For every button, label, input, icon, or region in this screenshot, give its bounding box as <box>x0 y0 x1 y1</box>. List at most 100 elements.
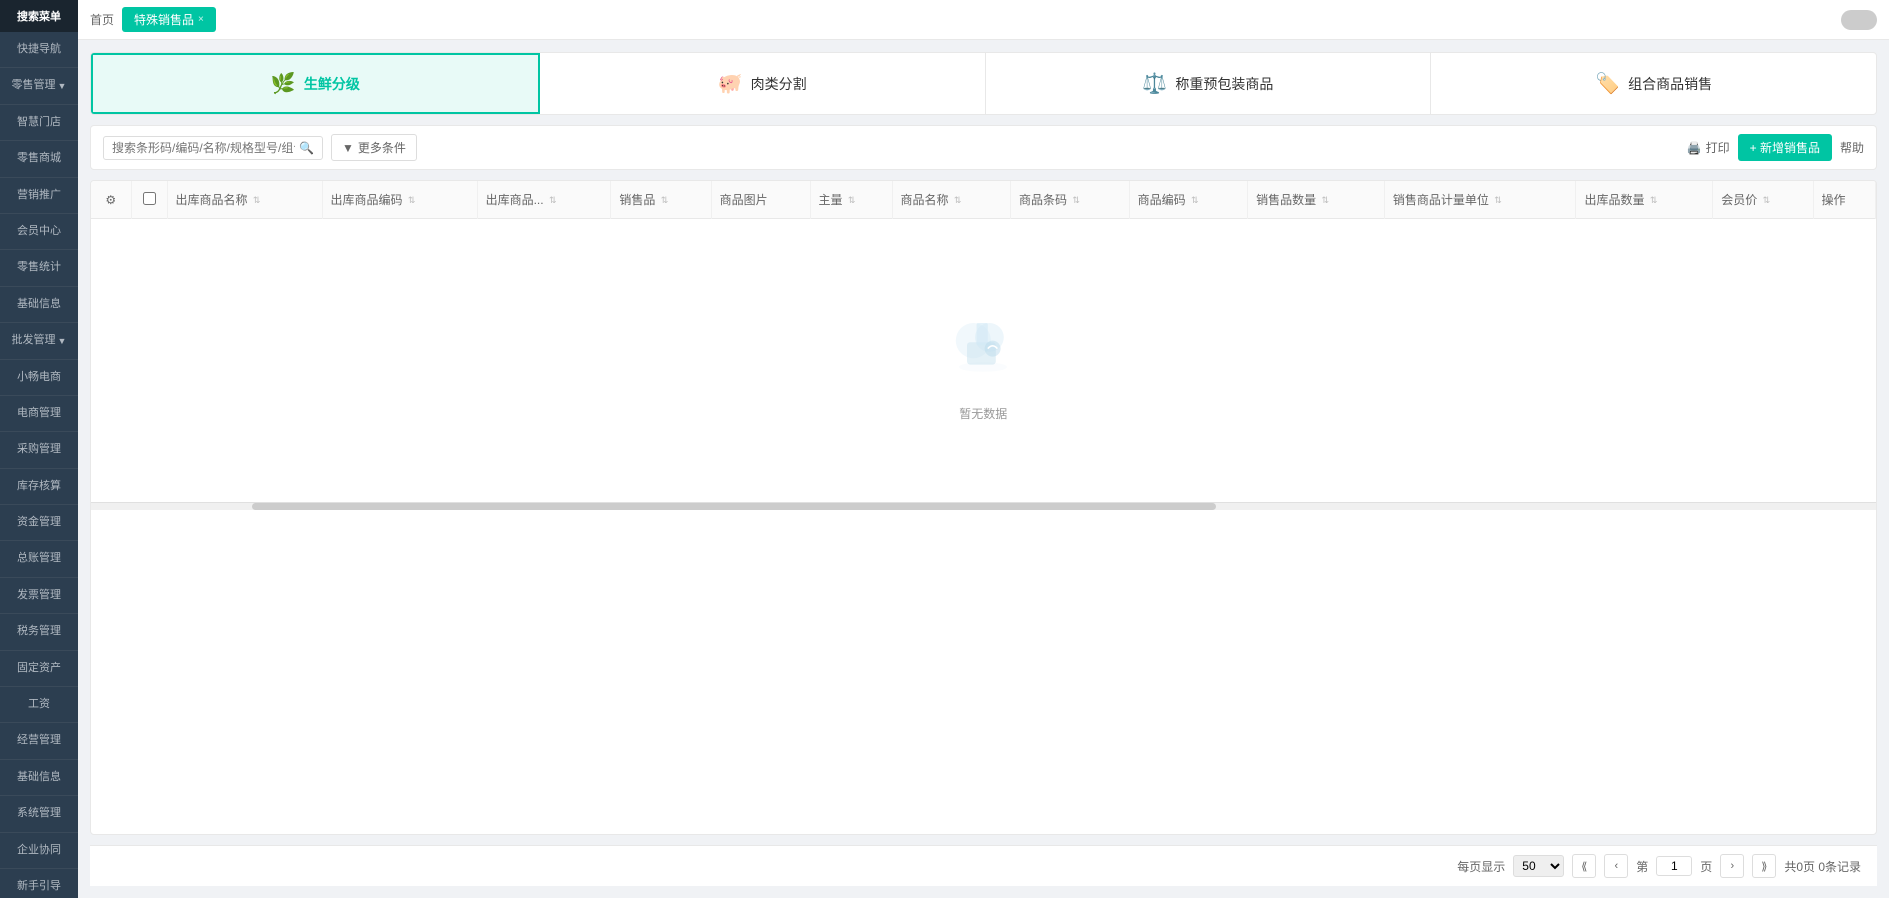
sidebar-item-member-center[interactable]: 会员中心 <box>0 214 78 250</box>
th-barcode: 商品条码 ⇅ <box>1011 181 1130 219</box>
sort-icon-2[interactable]: ⇅ <box>408 195 416 206</box>
chevron-down-icon: ▼ <box>58 80 67 93</box>
toggle-switch[interactable] <box>1841 10 1877 30</box>
search-box: 🔍 <box>103 136 323 160</box>
sidebar: 搜索菜单 快捷导航 零售管理 ▼ 智慧门店 零售商城 营销推广 会员中心 零售统… <box>0 0 78 898</box>
sidebar-item-finance[interactable]: 资金管理 <box>0 505 78 541</box>
sort-icon-8[interactable]: ⇅ <box>1191 195 1199 206</box>
empty-state: 暂无数据 <box>91 219 1876 502</box>
help-button[interactable]: 帮助 <box>1840 139 1864 156</box>
sidebar-item-smart-store[interactable]: 智慧门店 <box>0 105 78 141</box>
th-product-image: 商品图片 <box>711 181 810 219</box>
toolbar: 🔍 ▼ 更多条件 🖨️ 打印 + 新增销售品 帮助 <box>90 125 1877 170</box>
main-area: 首页 特殊销售品 × 🌿 生鲜分级 🐖 肉类分割 ⚖️ 称重预包装商品 <box>78 0 1889 898</box>
search-input[interactable] <box>112 141 295 155</box>
prev-page-button[interactable]: ‹ <box>1604 854 1628 878</box>
th-operation: 操作 <box>1813 181 1876 219</box>
weigh-pack-icon: ⚖️ <box>1142 71 1167 96</box>
sort-icon-7[interactable]: ⇅ <box>1072 195 1080 206</box>
topbar-home-link[interactable]: 首页 <box>90 11 114 28</box>
sort-icon-6[interactable]: ⇅ <box>954 195 962 206</box>
per-page-label: 每页显示 <box>1457 858 1505 875</box>
print-label: 打印 <box>1706 139 1730 156</box>
cat-tab-combo-sale[interactable]: 🏷️ 组合商品销售 <box>1431 53 1876 114</box>
sidebar-item-basic-info-2[interactable]: 基础信息 <box>0 760 78 796</box>
data-table: ⚙ 出库商品名称 ⇅ 出库商品编码 ⇅ 出库商品 <box>91 181 1876 502</box>
th-main-quantity: 主量 ⇅ <box>810 181 892 219</box>
page-number-input[interactable] <box>1656 856 1692 876</box>
th-setting[interactable]: ⚙ <box>91 181 131 219</box>
sidebar-item-purchase-manage[interactable]: 采购管理 <box>0 432 78 468</box>
th-product-code: 商品编码 ⇅ <box>1129 181 1248 219</box>
select-all-checkbox[interactable] <box>143 192 156 205</box>
sort-icon-5[interactable]: ⇅ <box>848 195 856 206</box>
cat-tab-weigh-pack-label: 称重预包装商品 <box>1175 74 1273 94</box>
sidebar-item-system-manage[interactable]: 系统管理 <box>0 796 78 832</box>
sidebar-item-quick-nav[interactable]: 快捷导航 <box>0 32 78 68</box>
th-out-product-code: 出库商品编码 ⇅ <box>322 181 477 219</box>
meat-cut-icon: 🐖 <box>718 71 743 96</box>
sidebar-item-inventory[interactable]: 库存核算 <box>0 469 78 505</box>
content-area: 🌿 生鲜分级 🐖 肉类分割 ⚖️ 称重预包装商品 🏷️ 组合商品销售 🔍 <box>78 40 1889 898</box>
th-product-name: 商品名称 ⇅ <box>892 181 1011 219</box>
tab-close-icon[interactable]: × <box>198 14 204 25</box>
tab-label: 特殊销售品 <box>134 11 194 28</box>
sidebar-item-ecom-manage[interactable]: 电商管理 <box>0 396 78 432</box>
sort-icon-9[interactable]: ⇅ <box>1321 195 1329 206</box>
fresh-grade-icon: 🌿 <box>271 71 296 96</box>
sidebar-item-new-guide[interactable]: 新手引导 <box>0 869 78 898</box>
sidebar-item-ops-manage[interactable]: 经营管理 <box>0 723 78 759</box>
filter-label: 更多条件 <box>358 139 406 156</box>
first-page-button[interactable]: ⟪ <box>1572 854 1596 878</box>
sidebar-item-retail-mall[interactable]: 零售商城 <box>0 141 78 177</box>
sidebar-item-basic-info-1[interactable]: 基础信息 <box>0 287 78 323</box>
sidebar-item-enterprise-coop[interactable]: 企业协同 <box>0 833 78 869</box>
add-product-button[interactable]: + 新增销售品 <box>1738 134 1832 161</box>
sidebar-item-mini-ecom[interactable]: 小畅电商 <box>0 360 78 396</box>
topbar: 首页 特殊销售品 × <box>78 0 1889 40</box>
sidebar-item-retail-manage[interactable]: 零售管理 ▼ <box>0 68 78 104</box>
total-label: 共0页 0条记录 <box>1784 858 1861 875</box>
data-table-wrapper: ⚙ 出库商品名称 ⇅ 出库商品编码 ⇅ 出库商品 <box>90 180 1877 835</box>
topbar-right <box>1841 10 1877 30</box>
sort-icon-3[interactable]: ⇅ <box>549 195 557 206</box>
print-icon: 🖨️ <box>1687 141 1702 155</box>
horizontal-scrollbar[interactable] <box>91 502 1876 510</box>
last-page-button[interactable]: ⟫ <box>1752 854 1776 878</box>
next-page-button[interactable]: › <box>1720 854 1744 878</box>
th-sale-unit: 销售商品计量单位 ⇅ <box>1384 181 1576 219</box>
sidebar-item-wholesale-manage[interactable]: 批发管理 ▼ <box>0 323 78 359</box>
active-tab[interactable]: 特殊销售品 × <box>122 7 216 32</box>
category-tabs: 🌿 生鲜分级 🐖 肉类分割 ⚖️ 称重预包装商品 🏷️ 组合商品销售 <box>90 52 1877 115</box>
cat-tab-meat-cut[interactable]: 🐖 肉类分割 <box>540 53 986 114</box>
sort-icon[interactable]: ⇅ <box>253 195 261 206</box>
per-page-select[interactable]: 10 20 50 100 <box>1513 855 1564 877</box>
th-out-product-detail: 出库商品... ⇅ <box>477 181 611 219</box>
cat-tab-meat-cut-label: 肉类分割 <box>751 74 807 94</box>
filter-button[interactable]: ▼ 更多条件 <box>331 134 417 161</box>
sidebar-item-fixed-assets[interactable]: 固定资产 <box>0 651 78 687</box>
sidebar-item-retail-stats[interactable]: 零售统计 <box>0 250 78 286</box>
th-out-product-name: 出库商品名称 ⇅ <box>167 181 322 219</box>
th-checkbox[interactable] <box>131 181 167 219</box>
sidebar-item-general-ledger[interactable]: 总账管理 <box>0 541 78 577</box>
sort-icon-11[interactable]: ⇅ <box>1650 195 1658 206</box>
sidebar-item-tax-manage[interactable]: 税务管理 <box>0 614 78 650</box>
empty-text: 暂无数据 <box>959 405 1007 422</box>
page-unit: 页 <box>1700 858 1712 875</box>
scroll-thumb[interactable] <box>252 503 1216 510</box>
sort-icon-4[interactable]: ⇅ <box>661 195 669 206</box>
sort-icon-10[interactable]: ⇅ <box>1494 195 1502 206</box>
print-button[interactable]: 🖨️ 打印 <box>1687 139 1730 156</box>
search-icon[interactable]: 🔍 <box>299 141 314 155</box>
sidebar-item-invoice-manage[interactable]: 发票管理 <box>0 578 78 614</box>
sort-icon-12[interactable]: ⇅ <box>1763 195 1771 206</box>
pagination: 每页显示 10 20 50 100 ⟪ ‹ 第 页 › ⟫ 共0页 0条记录 <box>90 845 1877 886</box>
cat-tab-weigh-pack[interactable]: ⚖️ 称重预包装商品 <box>986 53 1432 114</box>
chevron-down-icon-2: ▼ <box>58 335 67 348</box>
sidebar-item-promotion[interactable]: 营销推广 <box>0 178 78 214</box>
filter-icon: ▼ <box>342 141 354 155</box>
sidebar-logo[interactable]: 搜索菜单 <box>0 0 78 32</box>
cat-tab-fresh-grade[interactable]: 🌿 生鲜分级 <box>91 53 540 114</box>
sidebar-item-wages[interactable]: 工资 <box>0 687 78 723</box>
